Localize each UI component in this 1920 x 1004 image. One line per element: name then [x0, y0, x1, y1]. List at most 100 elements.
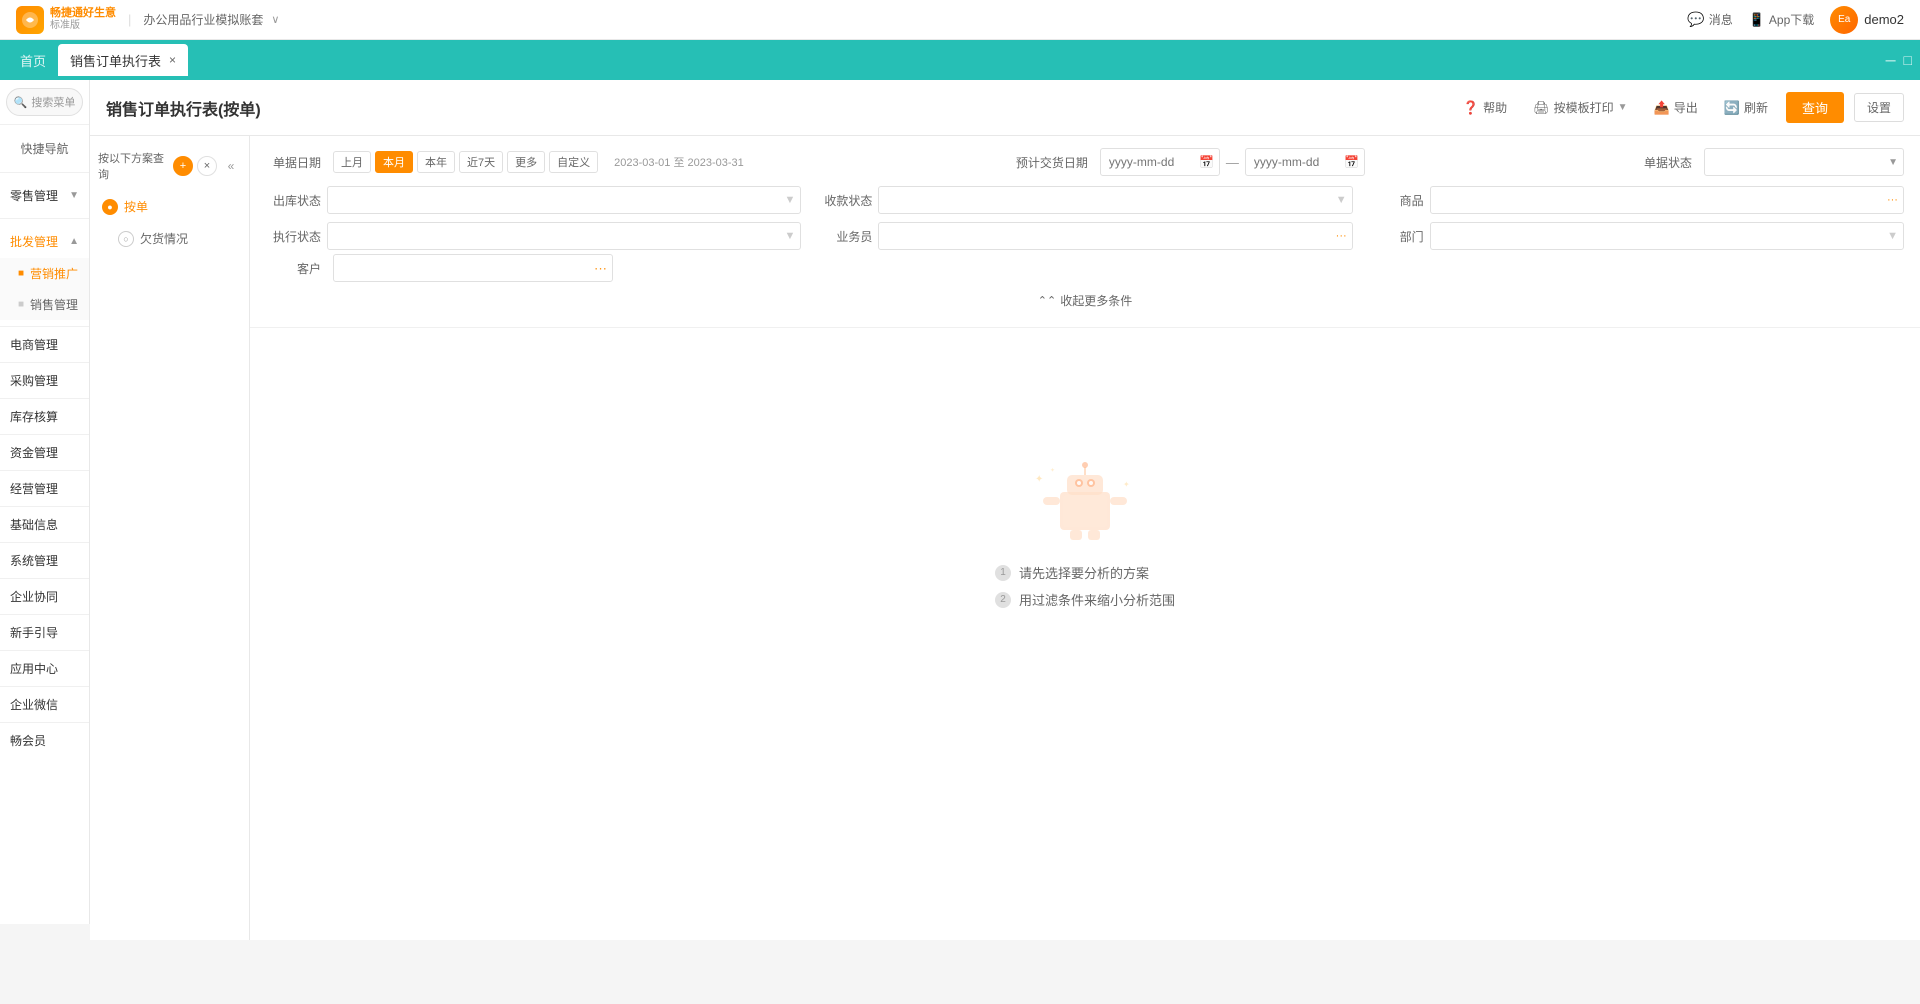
app-download-btn[interactable]: 📱 App下载	[1749, 11, 1815, 28]
breadcrumb[interactable]: 办公用品行业模拟账套	[143, 11, 263, 28]
page-actions: ❓ 帮助 🖨 按模板打印 ▼ 📤 导出 🔄 刷新 查询 设置	[1455, 92, 1904, 123]
date-btn-last-month[interactable]: 上月	[333, 151, 371, 173]
top-header: 畅捷通好生意 标准版 | 办公用品行业模拟账套 ∨ 💬 消息 📱 App下载 E…	[0, 0, 1920, 40]
exec-control: ▼	[327, 222, 801, 250]
help-label: 帮助	[1483, 99, 1507, 116]
sidebar-item-finance[interactable]: 资金管理	[0, 434, 89, 470]
sidebar-item-operations[interactable]: 经营管理	[0, 470, 89, 506]
sidebar-item-inventory[interactable]: 库存核算	[0, 398, 89, 434]
filter-receipt: 收款状态 ▼	[817, 186, 1352, 214]
tab-bar-right: ─ □	[1886, 52, 1912, 68]
date-btn-more[interactable]: 更多	[507, 151, 545, 173]
message-btn[interactable]: 💬 消息	[1687, 11, 1732, 28]
sidebar-item-wechat[interactable]: 企业微信	[0, 686, 89, 722]
order-status-select[interactable]	[1704, 148, 1904, 176]
empty-tip-1: 1 请先选择要分析的方案	[995, 563, 1175, 582]
date-btn-7days[interactable]: 近7天	[459, 151, 503, 173]
dept-control: ▼	[1430, 222, 1904, 250]
filter-grid-2: 执行状态 ▼ 业务员 ···	[266, 222, 1904, 250]
collapse-chevron-icon: ⌃⌃	[1038, 294, 1056, 307]
svg-text:✦: ✦	[1050, 467, 1055, 474]
tip-text-2: 用过滤条件来缩小分析范围	[1019, 590, 1175, 609]
page-header: 销售订单执行表(按单) ❓ 帮助 🖨 按模板打印 ▼ 📤 导出 🔄 刷新 查询 …	[90, 80, 1920, 136]
sidebar-section-wholesale: 批发管理 ▲ ■ 营销推广 ■ 销售管理	[0, 218, 89, 326]
customer-input[interactable]	[333, 254, 613, 282]
export-btn[interactable]: 📤 导出	[1646, 95, 1706, 120]
goods-label: 商品	[1369, 192, 1424, 209]
collapse-filter-btn[interactable]: ⌃⌃ 收起更多条件	[266, 286, 1904, 315]
calendar-from-icon[interactable]: 📅	[1199, 155, 1214, 169]
scheme-active-icon: ●	[102, 199, 118, 215]
left-panel-header: 按以下方案查询 + × «	[90, 146, 249, 190]
empty-tip-2: 2 用过滤条件来缩小分析范围	[995, 590, 1175, 609]
tip-num-2: 2	[995, 592, 1011, 608]
query-btn[interactable]: 查询	[1786, 92, 1844, 123]
sidebar-sub-marketing[interactable]: ■ 营销推广	[0, 258, 89, 289]
sidebar-item-member[interactable]: 畅会员	[0, 722, 89, 758]
scheme-sub-item-shortage[interactable]: ○ 欠货情况	[90, 223, 249, 254]
calendar-to-icon[interactable]: 📅	[1344, 155, 1359, 169]
collapse-filter-label: 收起更多条件	[1060, 292, 1132, 309]
left-panel-icons: + × «	[173, 156, 241, 176]
tab-bar: 首页 销售订单执行表 × ─ □	[0, 40, 1920, 80]
breadcrumb-arrow: ∨	[271, 13, 279, 26]
window-min-btn[interactable]: ─	[1886, 52, 1896, 68]
sidebar-nav: 快捷导航	[0, 125, 89, 172]
salesperson-input[interactable]	[878, 222, 1352, 250]
sidebar-search-btn[interactable]: 🔍 搜索菜单	[6, 88, 83, 116]
refresh-btn[interactable]: 🔄 刷新	[1716, 95, 1776, 120]
sidebar: 🔍 搜索菜单 快捷导航 零售管理 ▼ 批发管理 ▲ ■ 营销推广	[0, 80, 90, 924]
filter-row-date: 单据日期 上月 本月 本年 近7天 更多 自定义 2023-03-01 至 20…	[266, 148, 1904, 176]
expected-date-group: 📅 — 📅	[1100, 148, 1365, 176]
salesperson-label: 业务员	[817, 228, 872, 245]
sidebar-item-newbie[interactable]: 新手引导	[0, 614, 89, 650]
window-max-btn[interactable]: □	[1904, 52, 1912, 68]
help-btn[interactable]: ❓ 帮助	[1455, 95, 1515, 120]
user-name: demo2	[1864, 12, 1904, 27]
delete-scheme-btn[interactable]: ×	[197, 156, 217, 176]
sidebar-item-system[interactable]: 系统管理	[0, 542, 89, 578]
tip-text-1: 请先选择要分析的方案	[1019, 563, 1149, 582]
sidebar-item-wholesale[interactable]: 批发管理 ▲	[0, 225, 89, 258]
tab-home[interactable]: 首页	[8, 44, 58, 76]
scheme-sub-label: 欠货情况	[140, 230, 188, 247]
template-print-btn[interactable]: 🖨 按模板打印 ▼	[1525, 95, 1635, 120]
sidebar-item-enterprise[interactable]: 企业协同	[0, 578, 89, 614]
filter-row-customer: 客户 ···	[266, 254, 1904, 282]
sidebar-item-purchase[interactable]: 采购管理	[0, 362, 89, 398]
date-btn-custom[interactable]: 自定义	[549, 151, 598, 173]
receipt-select[interactable]	[878, 186, 1352, 214]
sidebar-item-appstore[interactable]: 应用中心	[0, 650, 89, 686]
wholesale-arrow: ▲	[69, 236, 79, 247]
filter-grid: 出库状态 ▼ 收款状态	[266, 186, 1904, 214]
outbound-select[interactable]	[327, 186, 801, 214]
tab-active[interactable]: 销售订单执行表 ×	[58, 44, 188, 76]
collapse-panel-btn[interactable]: «	[221, 156, 241, 176]
svg-text:✦: ✦	[1123, 480, 1130, 489]
customer-more-icon[interactable]: ···	[594, 261, 607, 276]
sidebar-item-quick-nav[interactable]: 快捷导航	[4, 132, 85, 165]
scheme-item-single[interactable]: ● 按单	[90, 190, 249, 223]
filter-exec: 执行状态 ▼	[266, 222, 801, 250]
logo-area[interactable]: 畅捷通好生意 标准版	[16, 6, 116, 34]
add-scheme-btn[interactable]: +	[173, 156, 193, 176]
sidebar-sub-sales[interactable]: ■ 销售管理	[0, 289, 89, 320]
outbound-label: 出库状态	[266, 192, 321, 209]
user-area[interactable]: Ea demo2	[1830, 6, 1904, 34]
date-btn-this-month[interactable]: 本月	[375, 151, 413, 173]
goods-input[interactable]	[1430, 186, 1904, 214]
sidebar-item-basic[interactable]: 基础信息	[0, 506, 89, 542]
export-label: 导出	[1674, 99, 1698, 116]
exec-select[interactable]	[327, 222, 801, 250]
customer-label: 客户	[266, 260, 321, 277]
print-arrow: ▼	[1618, 102, 1628, 113]
tab-close-icon[interactable]: ×	[169, 53, 176, 67]
settings-btn[interactable]: 设置	[1854, 93, 1904, 122]
add-icon: +	[180, 160, 186, 172]
filter-area: 单据日期 上月 本月 本年 近7天 更多 自定义 2023-03-01 至 20…	[250, 136, 1920, 328]
dept-select[interactable]	[1430, 222, 1904, 250]
sidebar-item-ecommerce[interactable]: 电商管理	[0, 326, 89, 362]
sidebar-item-retail[interactable]: 零售管理 ▼	[0, 179, 89, 212]
date-btn-this-year[interactable]: 本年	[417, 151, 455, 173]
dept-label: 部门	[1369, 228, 1424, 245]
